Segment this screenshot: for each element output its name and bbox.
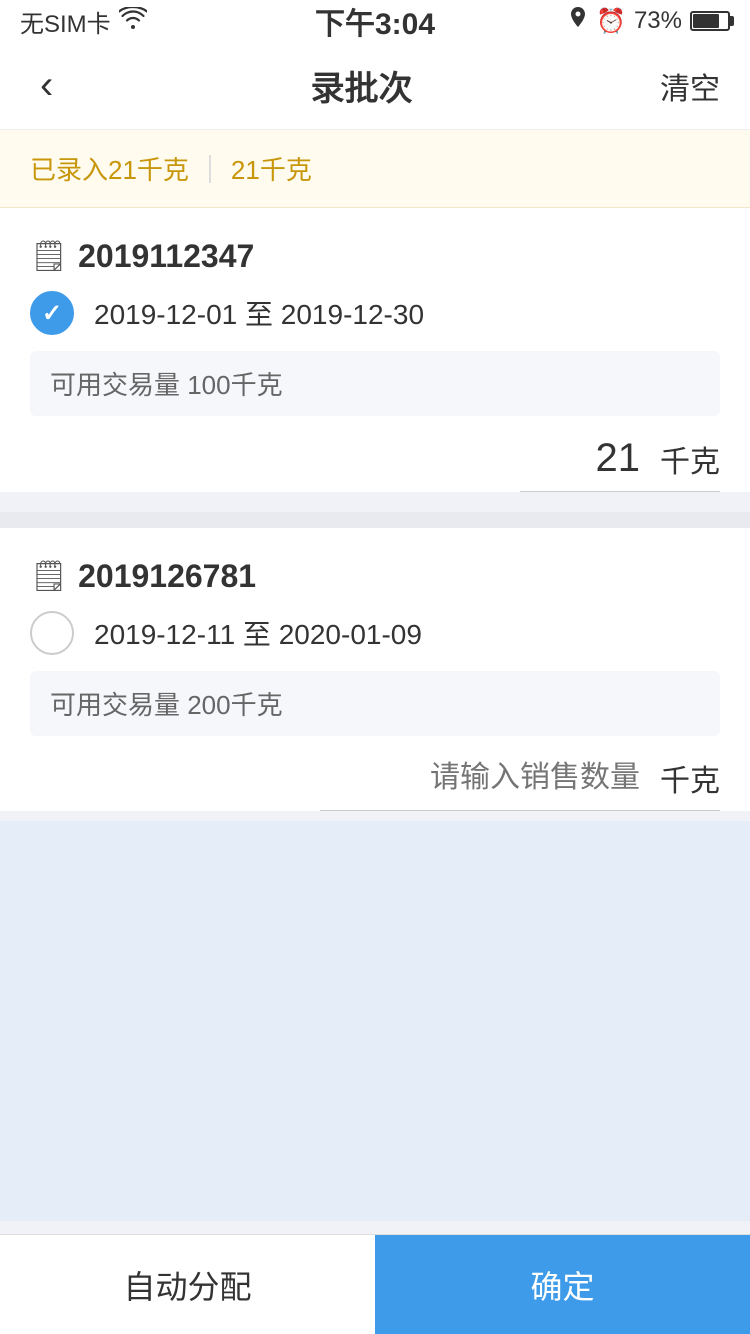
batch-1-number: 2019112347 [78,238,254,275]
empty-area [0,821,750,1221]
batch-2-input-row: 千克 [0,736,750,810]
batch-2-quantity-input[interactable] [30,761,640,795]
battery-icon [690,11,730,31]
batch-1-header: 🗒 2019112347 [30,238,720,275]
status-bar: 无SIM卡 下午3:04 ⏰ 73% [0,0,750,42]
batch-1-quantity-input[interactable] [560,436,640,481]
section-separator [0,512,750,528]
batch-1-quantity-row: 千克 [0,416,750,491]
batch-item-2: 🗒 2019126781 2019-12-11 至 2020-01-09 可用交… [0,528,750,736]
batch-item-2-container: 🗒 2019126781 2019-12-11 至 2020-01-09 可用交… [0,528,750,811]
batch-2-radio[interactable] [30,611,74,655]
batch-1-date-row: 2019-12-01 至 2019-12-30 [30,291,720,335]
bottom-bar: 自动分配 确定 [0,1234,750,1334]
status-right: ⏰ 73% [568,7,730,36]
recorded-label: 已录入21千克 [30,150,189,187]
batch-1-divider [520,491,720,492]
batch-2-divider [320,810,720,811]
batch-2-header: 🗒 2019126781 [30,558,720,595]
batch-1-icon: 🗒 [30,239,68,274]
batch-2-number: 2019126781 [78,558,256,595]
alarm-icon: ⏰ [596,7,626,36]
location-icon [568,7,588,36]
clear-button[interactable]: 清空 [660,64,720,108]
status-time: 下午3:04 [315,0,435,43]
info-banner: 已录入21千克 21千克 [0,130,750,208]
recorded-value: 21千克 [231,150,312,187]
batch-2-date: 2019-12-11 至 2020-01-09 [94,613,422,653]
batch-list: 🗒 2019112347 2019-12-01 至 2019-12-30 可用交… [0,208,750,492]
batch-2-icon: 🗒 [30,559,68,594]
auto-distribute-label: 自动分配 [123,1262,251,1308]
batch-item-1: 🗒 2019112347 2019-12-01 至 2019-12-30 可用交… [0,208,750,416]
auto-distribute-button[interactable]: 自动分配 [0,1235,375,1334]
back-button[interactable]: ‹ [30,53,63,118]
batch-2-unit: 千克 [660,756,720,800]
batch-1-date: 2019-12-01 至 2019-12-30 [94,293,424,333]
confirm-button[interactable]: 确定 [375,1235,750,1334]
wifi-icon [119,7,147,36]
nav-bar: ‹ 录批次 清空 [0,42,750,130]
batch-2-date-row: 2019-12-11 至 2020-01-09 [30,611,720,655]
batch-1-radio[interactable] [30,291,74,335]
confirm-label: 确定 [530,1262,594,1308]
banner-divider [209,155,211,183]
batch-1-availability: 可用交易量 100千克 [30,351,720,416]
battery-text: 73% [634,7,682,35]
batch-1-unit: 千克 [660,437,720,481]
batch-2-availability: 可用交易量 200千克 [30,671,720,736]
carrier-text: 无SIM卡 [20,4,111,39]
status-left: 无SIM卡 [20,4,147,39]
page-title: 录批次 [311,61,413,110]
